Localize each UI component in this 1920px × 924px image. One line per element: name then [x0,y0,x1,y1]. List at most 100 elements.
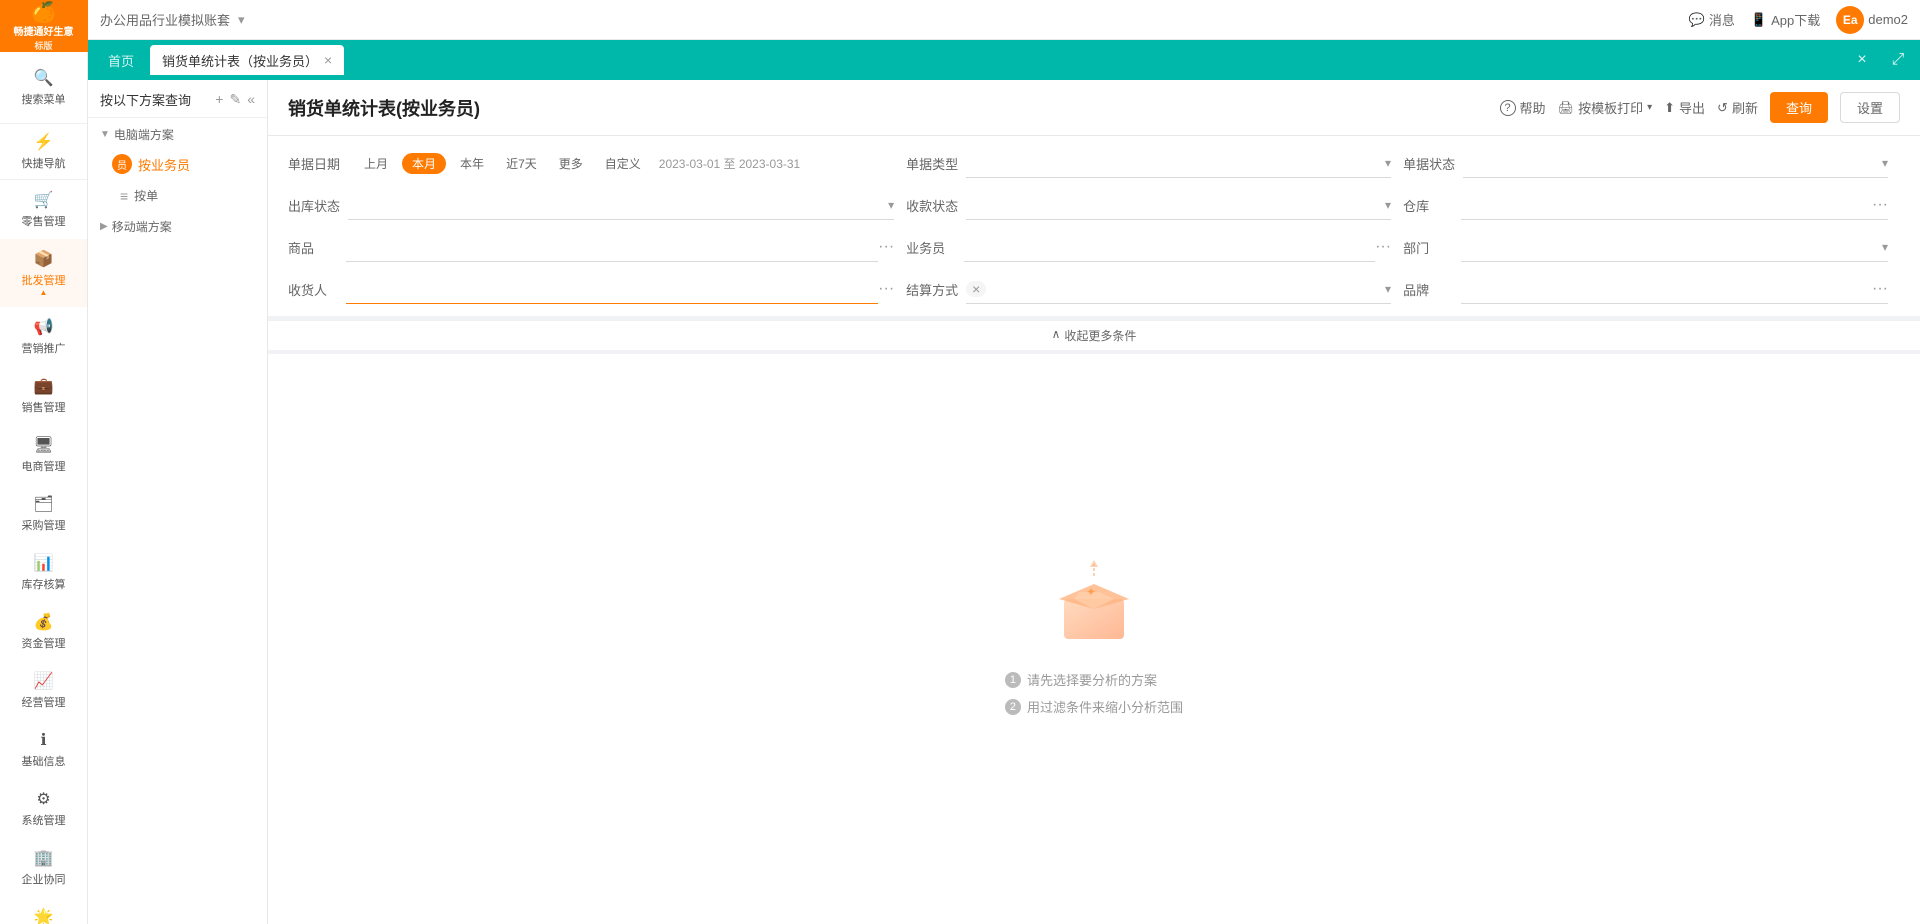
refresh-btn[interactable]: ↺ 刷新 [1717,98,1758,117]
logo-icon: 🍊 [31,0,56,25]
scheme-group-mobile-title[interactable]: ▶ 移动端方案 [88,210,267,239]
sidebar-item-sales[interactable]: 💼 销售管理 [0,366,87,425]
goods-dots[interactable]: ··· [878,238,894,256]
help-label: 帮助 [1520,98,1546,117]
print-btn[interactable]: 🖨 按模板打印 ▾ [1558,98,1653,117]
date-btn-7days[interactable]: 近7天 [498,153,545,174]
sidebar-item-operation[interactable]: 📈 经营管理 [0,661,87,720]
out-status-select[interactable]: ▾ [348,190,894,220]
user-menu[interactable]: Ea demo2 [1836,6,1908,34]
mobile-group-label: 移动端方案 [112,218,172,235]
topbar-dropdown-icon[interactable]: ▾ [238,12,245,28]
export-btn[interactable]: ⬆ 导出 [1664,98,1705,117]
filter-row-4: 收货人 ··· 结算方式 × ▾ 品牌 [288,274,1900,304]
app-download-btn[interactable]: 📱 App下载 [1751,10,1820,29]
warehouse-select[interactable]: ··· [1461,190,1888,220]
msg-btn[interactable]: 💬 消息 [1689,10,1735,29]
quick-label: 快捷导航 [22,155,66,171]
brand-dots[interactable]: ··· [1872,280,1888,298]
sidebar-item-retail[interactable]: 🛒 零售管理 [0,180,87,239]
date-btn-this-year[interactable]: 本年 [452,153,492,174]
sidebar-item-wholesale-label: 批发管理 [22,272,66,288]
tab-home[interactable]: 首页 [96,45,146,75]
filter-area: 单据日期 上月 本月 本年 近7天 更多 自定义 2023-03-01 至 20… [268,136,1920,316]
search-menu-section: 🔍 搜索菜单 [0,52,87,124]
sidebar-item-enterprise-label: 企业协同 [22,871,66,887]
staff-input[interactable] [964,232,1375,262]
date-btn-this-month[interactable]: 本月 [402,153,446,174]
sidebar: 🍊 畅捷通好生意 标版 🔍 搜索菜单 ⚡ 快捷导航 🛒 零售管理 📦 批发管理 … [0,0,88,924]
search-label: 搜索菜单 [22,91,66,107]
empty-tips: 1 请先选择要分析的方案 2 用过滤条件来缩小分析范围 [1005,670,1183,724]
print-label: 按模板打印 [1578,98,1643,117]
sidebar-item-basic[interactable]: ℹ 基础信息 [0,720,87,779]
sidebar-item-marketing-label: 营销推广 [22,340,66,356]
add-scheme-icon[interactable]: + [215,91,223,108]
pc-group-arrow: ▼ [100,129,110,140]
warehouse-dots[interactable]: ··· [1872,196,1888,214]
scheme-sub-item-by-order[interactable]: ≡ 按单 [88,181,267,210]
empty-state: ✦ 1 请先选择要分析的方案 2 用过滤条件来缩小分析范围 [268,354,1920,924]
receiver-input[interactable] [346,274,878,304]
collapse-bar[interactable]: ∧ 收起更多条件 [268,320,1920,350]
settings-button[interactable]: 设置 [1840,92,1900,123]
tab-sales-stat-label: 销货单统计表（按业务员） [162,51,318,70]
content: 按以下方案查询 + ✎ « ▼ 电脑端方案 员 按业务员 ≡ [88,80,1920,924]
sidebar-item-purchase[interactable]: 🗂 采购管理 [0,484,87,543]
scheme-item-by-staff[interactable]: 员 按业务员 [88,147,267,181]
empty-tip-1: 1 请先选择要分析的方案 [1005,670,1183,689]
goods-input[interactable] [346,232,878,262]
sidebar-item-finance[interactable]: 💰 资金管理 [0,602,87,661]
sidebar-item-ecommerce[interactable]: 🖥 电商管理 [0,425,87,484]
receiver-dots[interactable]: ··· [878,280,894,298]
warehouse-label: 仓库 [1403,196,1453,215]
svg-text:✦: ✦ [1086,585,1096,599]
help-icon: ? [1500,100,1516,116]
scheme-group-pc-title[interactable]: ▼ 电脑端方案 [88,118,267,147]
tab-close-btn[interactable]: × [1848,46,1876,74]
filter-out-status: 出库状态 ▾ [288,190,906,220]
pay-status-arrow: ▾ [1385,198,1391,212]
help-btn[interactable]: ? 帮助 [1500,98,1546,117]
staff-dots[interactable]: ··· [1375,238,1391,256]
sidebar-item-inventory[interactable]: 📊 库存核算 [0,543,87,602]
doc-status-select[interactable]: ▾ [1463,148,1888,178]
dept-select[interactable]: ▾ [1461,232,1888,262]
date-btn-custom[interactable]: 自定义 [597,153,649,174]
sidebar-item-enterprise[interactable]: 🏢 企业协同 [0,838,87,897]
date-label: 单据日期 [288,154,340,173]
topbar: 办公用品行业模拟账套 ▾ 💬 消息 📱 App下载 Ea demo2 [88,0,1920,40]
settle-clear-tag[interactable]: × [966,281,986,297]
settle-select[interactable]: × ▾ [966,274,1391,304]
refresh-label: 刷新 [1732,98,1758,117]
date-btn-last-month[interactable]: 上月 [356,153,396,174]
filter-warehouse: 仓库 ··· [1403,190,1900,220]
sidebar-item-finance-label: 资金管理 [22,635,66,651]
collapse-scheme-icon[interactable]: « [247,91,255,108]
out-status-arrow: ▾ [888,198,894,212]
search-menu-item[interactable]: 🔍 搜索菜单 [0,60,87,115]
tab-sales-stat[interactable]: 销货单统计表（按业务员） × [150,45,344,75]
page-header-actions: ? 帮助 🖨 按模板打印 ▾ ⬆ 导出 ↺ 刷新 [1500,92,1900,135]
sidebar-item-newbie[interactable]: 🌟 新手引导 [0,897,87,924]
edit-scheme-icon[interactable]: ✎ [229,91,241,108]
brand-label: 品牌 [1403,280,1453,299]
sidebar-item-system[interactable]: ⚙ 系统管理 [0,779,87,838]
sidebar-item-wholesale[interactable]: 📦 批发管理 ▲ [0,239,87,307]
settle-clear-icon[interactable]: × [972,282,980,296]
doc-type-select[interactable]: ▾ [966,148,1391,178]
mobile-group-arrow: ▶ [100,221,108,232]
scheme-sub-by-order-label: 按单 [134,187,158,204]
logo-text: 畅捷通好生意 [14,27,74,39]
query-button[interactable]: 查询 [1770,92,1828,123]
scheme-item-circle: 员 [112,154,132,174]
logo-sub: 标版 [34,39,52,52]
sidebar-item-marketing[interactable]: 📢 营销推广 [0,307,87,366]
tab-fullscreen-btn[interactable]: ⤢ [1884,46,1912,74]
brand-select[interactable]: ··· [1461,274,1888,304]
pay-status-select[interactable]: ▾ [966,190,1391,220]
tab-close-icon[interactable]: × [324,53,332,67]
date-btn-more[interactable]: 更多 [551,153,591,174]
quick-nav-item[interactable]: ⚡ 快捷导航 [0,124,87,179]
date-range-display: 2023-03-01 至 2023-03-31 [659,155,800,172]
